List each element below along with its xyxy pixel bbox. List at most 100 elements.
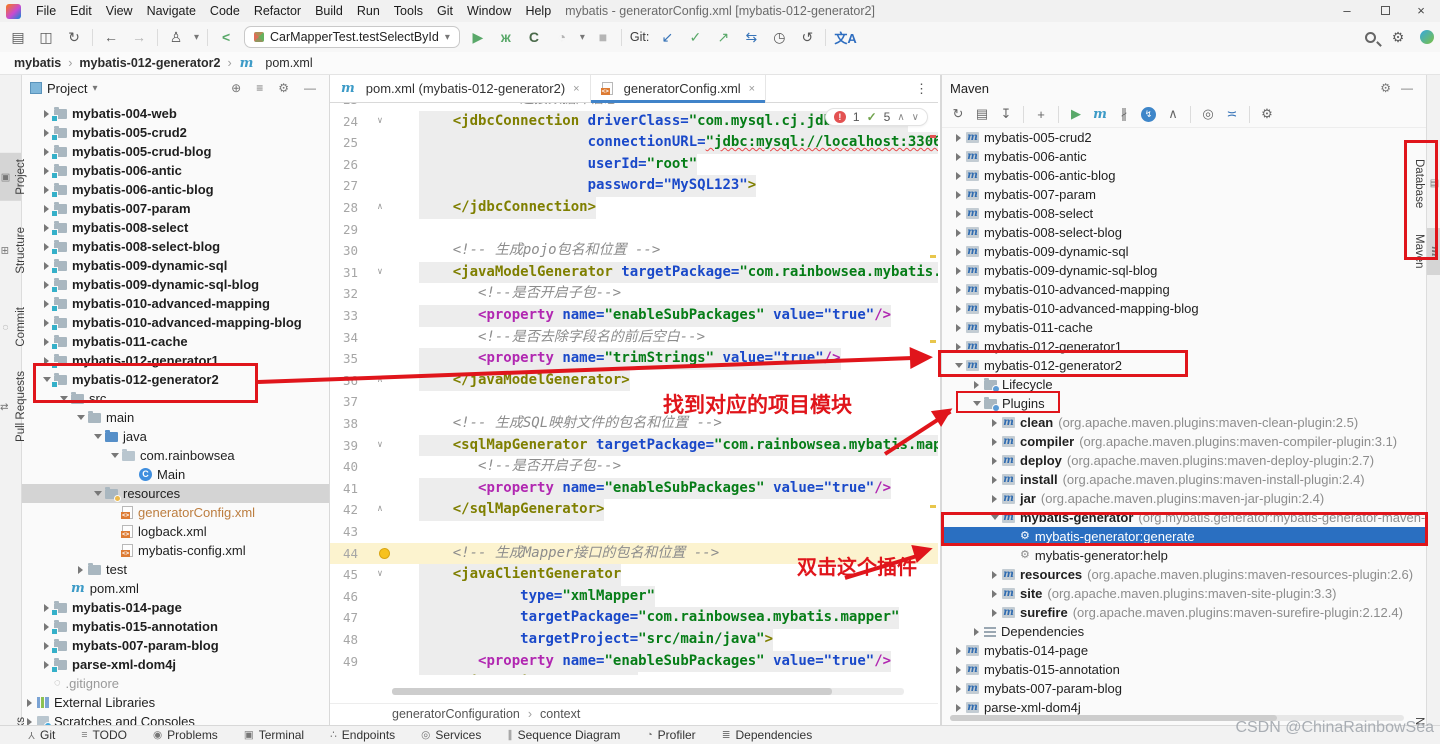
warning-stripe-mark[interactable] <box>930 340 936 343</box>
chevron-right-icon[interactable] <box>952 343 965 351</box>
menu-item-navigate[interactable]: Navigate <box>140 4 203 18</box>
maven-tree-item[interactable]: mmybatis-generator(org.mybatis.generator… <box>942 508 1426 527</box>
project-tree-item[interactable]: mybatis-010-advanced-mapping-blog <box>22 313 329 332</box>
maven-tree-item[interactable]: mmybatis-011-cache <box>942 318 1426 337</box>
fold-end-icon[interactable]: ∧ <box>372 197 388 219</box>
add-maven-project-icon[interactable]: + <box>1034 107 1048 122</box>
chevron-right-icon[interactable] <box>952 248 965 256</box>
chevron-right-icon[interactable] <box>988 571 1001 579</box>
code-line[interactable]: 30 <!-- 生成pojo包名和位置 --> <box>330 240 938 262</box>
rollback-icon[interactable]: ↺ <box>797 29 817 46</box>
maven-tree-item[interactable]: mmybats-007-param-blog <box>942 679 1426 698</box>
code-line[interactable]: 32 <!--是否开启子包--> <box>330 283 938 305</box>
chevron-right-icon[interactable] <box>952 286 965 294</box>
maven-tree-item[interactable]: mmybatis-007-param <box>942 185 1426 204</box>
project-tree-item[interactable]: mybatis-012-generator1 <box>22 351 329 370</box>
code-line[interactable]: 34 <!--是否去除字段名的前后空白--> <box>330 327 938 349</box>
maven-tree-item[interactable]: msurefire(org.apache.maven.plugins:maven… <box>942 603 1426 622</box>
code-line[interactable]: 28∧ </jdbcConnection> <box>330 197 938 219</box>
project-tree-item[interactable]: mybatis-009-dynamic-sql <box>22 256 329 275</box>
statusbar-item-dependencies[interactable]: ≣Dependencies <box>722 728 813 742</box>
build-icon[interactable]: < <box>216 29 236 45</box>
menu-item-run[interactable]: Run <box>350 4 387 18</box>
code-line[interactable]: 48 targetProject="src/main/java"> <box>330 629 938 651</box>
chevron-down-icon[interactable] <box>91 491 104 496</box>
maven-tree-item[interactable]: mmybatis-009-dynamic-sql <box>942 242 1426 261</box>
project-tree-item[interactable]: parse-xml-dom4j <box>22 655 329 674</box>
sync-icon[interactable]: ↻ <box>64 29 84 46</box>
fold-end-icon[interactable]: ∧ <box>372 672 388 675</box>
maven-tree-item[interactable]: Lifecycle <box>942 375 1426 394</box>
code-line[interactable]: 43 <box>330 521 938 543</box>
close-icon[interactable]: × <box>573 83 579 95</box>
maven-tree-item[interactable]: mmybatis-008-select-blog <box>942 223 1426 242</box>
statusbar-item-sequence-diagram[interactable]: ∥Sequence Diagram <box>507 728 620 742</box>
chevron-down-icon[interactable] <box>108 453 121 458</box>
menu-item-tools[interactable]: Tools <box>387 4 430 18</box>
horizontal-scrollbar[interactable] <box>392 688 904 695</box>
project-tree-item[interactable]: java <box>22 427 329 446</box>
coverage-button[interactable]: C <box>524 29 544 45</box>
project-tree-item[interactable]: CMain <box>22 465 329 484</box>
menu-item-help[interactable]: Help <box>518 4 558 18</box>
error-stripe-mark[interactable] <box>930 135 936 138</box>
chevron-right-icon[interactable] <box>970 628 983 636</box>
chevron-right-icon[interactable] <box>23 699 36 707</box>
statusbar-item-services[interactable]: ◎Services <box>421 728 481 742</box>
statusbar-item-endpoints[interactable]: ∴Endpoints <box>330 728 395 742</box>
code-line[interactable]: 36∧ </javaModelGenerator> <box>330 370 938 392</box>
chevron-right-icon[interactable] <box>952 647 965 655</box>
code-line[interactable]: 42∧ </sqlMapGenerator> <box>330 499 938 521</box>
breadcrumb-item[interactable]: mybatis <box>14 56 61 70</box>
git-fetch-icon[interactable]: ⇆ <box>741 29 761 46</box>
project-tree-item[interactable]: com.rainbowsea <box>22 446 329 465</box>
run-maven-goal-icon[interactable]: ▶ <box>1069 106 1083 122</box>
menu-item-edit[interactable]: Edit <box>63 4 99 18</box>
maven-tree-item[interactable]: Plugins <box>942 394 1426 413</box>
back-icon[interactable]: ← <box>101 29 121 45</box>
git-commit-icon[interactable]: ✓ <box>685 29 705 46</box>
chevron-right-icon[interactable] <box>952 666 965 674</box>
code-line[interactable]: 31∨ <javaModelGenerator targetPackage="c… <box>330 262 938 284</box>
sidebar-tab-database[interactable]: ▤Database <box>1427 153 1440 214</box>
chevron-right-icon[interactable] <box>988 609 1001 617</box>
code-line[interactable]: 37 <box>330 391 938 413</box>
menu-item-refactor[interactable]: Refactor <box>247 4 308 18</box>
intention-bulb-icon[interactable] <box>379 548 390 559</box>
chevron-right-icon[interactable] <box>988 438 1001 446</box>
forward-icon[interactable]: → <box>129 29 149 45</box>
chevron-right-icon[interactable] <box>952 267 965 275</box>
chevron-down-icon[interactable] <box>952 363 965 368</box>
code-line[interactable]: 47 targetPackage="com.rainbowsea.mybatis… <box>330 607 938 629</box>
chevron-right-icon[interactable] <box>952 210 965 218</box>
menu-item-file[interactable]: File <box>29 4 63 18</box>
run-configuration-select[interactable]: CarMapperTest.testSelectById ▾ <box>244 26 460 48</box>
editor-tab-1[interactable]: mpom.xml (mybatis-012-generator2)× <box>330 75 591 102</box>
project-tree-item[interactable]: mybatis-006-antic <box>22 161 329 180</box>
collapse-all-icon[interactable]: ∧ <box>1166 106 1180 122</box>
project-tree-item[interactable]: mybatis-011-cache <box>22 332 329 351</box>
project-tree-item[interactable]: mybatis-015-annotation <box>22 617 329 636</box>
code-line[interactable]: 40 <!--是否开启子包--> <box>330 456 938 478</box>
inspections-widget[interactable]: ! 1 ✓ 5 ∧ ∨ <box>825 108 928 126</box>
window-close-button[interactable]: × <box>1404 0 1438 22</box>
chevron-down-icon[interactable] <box>57 396 70 401</box>
chevron-down-icon[interactable] <box>74 415 87 420</box>
maven-tree-item[interactable]: mmybatis-005-crud2 <box>942 128 1426 147</box>
statusbar-item-profiler[interactable]: ◔Profiler <box>646 728 695 742</box>
fold-end-icon[interactable]: ∧ <box>372 499 388 521</box>
fold-expanded-icon[interactable]: ∨ <box>372 435 388 457</box>
sidebar-tab-project[interactable]: ▣Project <box>0 153 21 201</box>
chevron-right-icon[interactable] <box>952 229 965 237</box>
statusbar-item-problems[interactable]: ◉Problems <box>153 728 218 742</box>
project-tree-item[interactable]: resources <box>22 484 329 503</box>
analyze-dependencies-icon[interactable]: ◎ <box>1201 106 1215 122</box>
code-line[interactable]: 45∨ <javaClientGenerator <box>330 564 938 586</box>
code-line[interactable]: 41 <property name="enableSubPackages" va… <box>330 478 938 500</box>
chevron-down-icon[interactable]: ▾ <box>92 83 97 94</box>
local-history-icon[interactable]: ◷ <box>769 29 789 46</box>
code-line[interactable]: 39∨ <sqlMapGenerator targetPackage="com.… <box>330 435 938 457</box>
fold-expanded-icon[interactable]: ∨ <box>372 564 388 586</box>
maven-tree-item[interactable]: mmybatis-015-annotation <box>942 660 1426 679</box>
maven-tree-item[interactable]: mmybatis-010-advanced-mapping-blog <box>942 299 1426 318</box>
